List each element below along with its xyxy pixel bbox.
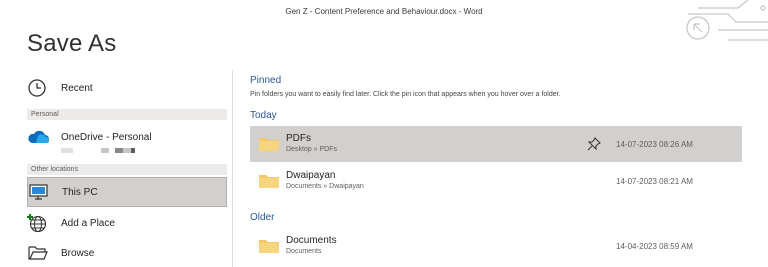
folder-row-pdfs[interactable]: PDFs Desktop » PDFs 14-07-2023 08:26 AM	[250, 126, 742, 162]
pin-icon[interactable]	[586, 136, 602, 152]
group-older: Older	[250, 212, 275, 223]
folder-icon	[259, 175, 279, 188]
folder-date: 14-04-2023 08:59 AM	[616, 241, 693, 251]
nav-onedrive-label: OneDrive - Personal	[61, 131, 152, 143]
nav-recent-label: Recent	[61, 82, 93, 94]
title-bar: Gen Z - Content Preference and Behaviour…	[0, 0, 768, 41]
nav-onedrive[interactable]: OneDrive - Personal	[27, 124, 227, 150]
folder-date: 14-07-2023 08:21 AM	[616, 176, 693, 186]
document-title: Gen Z - Content Preference and Behaviour…	[285, 7, 483, 16]
folder-open-icon	[27, 242, 53, 264]
folder-date: 14-07-2023 08:26 AM	[616, 139, 693, 149]
folder-name: Dwaipayan	[286, 170, 336, 181]
clock-icon	[27, 77, 53, 99]
circuit-decoration-icon	[686, 0, 768, 41]
nav-browse[interactable]: Browse	[27, 239, 227, 267]
group-today: Today	[250, 110, 277, 121]
folder-icon	[259, 240, 279, 253]
nav-this-pc[interactable]: This PC	[27, 177, 227, 207]
nav-add-place-label: Add a Place	[61, 217, 115, 229]
folder-row-dwaipayan[interactable]: Dwaipayan Documents » Dwaipayan 14-07-20…	[250, 163, 742, 199]
folder-name: Documents	[286, 235, 337, 246]
nav-this-pc-label: This PC	[62, 186, 98, 198]
section-header-personal: Personal	[27, 109, 227, 120]
folder-path: Desktop » PDFs	[286, 146, 337, 153]
folder-path: Documents » Dwaipayan	[286, 183, 364, 190]
folder-name: PDFs	[286, 133, 311, 144]
cloud-icon	[27, 126, 53, 148]
folder-path: Documents	[286, 248, 322, 255]
globe-plus-icon	[27, 212, 53, 234]
group-pinned: Pinned	[250, 75, 282, 86]
nav-browse-label: Browse	[61, 247, 95, 259]
folder-icon	[259, 138, 279, 151]
onedrive-account-redacted	[61, 148, 135, 153]
page-title: Save As	[27, 30, 117, 57]
pinned-help-text: Pin folders you want to easily find late…	[250, 91, 561, 98]
section-header-other-locations: Other locations	[27, 164, 227, 175]
folder-row-documents[interactable]: Documents Documents 14-04-2023 08:59 AM	[250, 228, 742, 264]
nav-add-place[interactable]: Add a Place	[27, 209, 227, 237]
computer-icon	[28, 181, 54, 203]
nav-recent[interactable]: Recent	[27, 74, 227, 102]
